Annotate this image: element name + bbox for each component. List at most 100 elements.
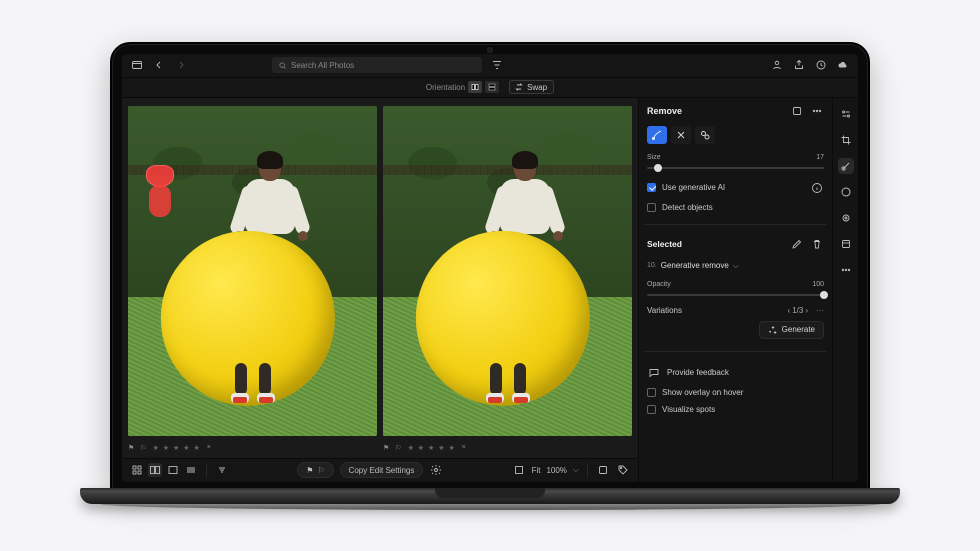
clock-icon[interactable] bbox=[814, 58, 828, 72]
panel-menu-icon[interactable] bbox=[810, 104, 824, 118]
show-overlay-checkbox[interactable]: Show overlay on hover bbox=[647, 388, 824, 397]
screen-bezel: Search All Photos Orientation bbox=[110, 42, 870, 492]
orientation-control: Orientation bbox=[426, 81, 499, 93]
rail-redeye-icon[interactable] bbox=[838, 210, 854, 226]
flag-pill[interactable]: ⚑⚐ bbox=[297, 462, 333, 478]
show-overlay-label: Show overlay on hover bbox=[662, 388, 743, 397]
info-tag-icon[interactable] bbox=[596, 463, 610, 477]
panel-reset-icon[interactable] bbox=[790, 104, 804, 118]
visualize-spots-checkbox[interactable]: Visualize spots bbox=[647, 405, 824, 414]
rating-stars[interactable]: ★ ★ ★ ★ ★ bbox=[153, 444, 201, 452]
top-bar: Search All Photos bbox=[122, 54, 858, 78]
swap-icon bbox=[514, 82, 524, 92]
visualize-spots-label: Visualize spots bbox=[662, 405, 715, 414]
search-field[interactable]: Search All Photos bbox=[272, 57, 482, 73]
zoom-value[interactable]: 100% bbox=[546, 466, 566, 475]
provide-feedback-label: Provide feedback bbox=[667, 368, 729, 377]
opacity-label: Opacity bbox=[647, 281, 671, 288]
back-button[interactable] bbox=[152, 58, 166, 72]
clear-rating-2[interactable]: × bbox=[462, 444, 466, 451]
size-label: Size bbox=[647, 154, 661, 161]
rail-crop-icon[interactable] bbox=[838, 132, 854, 148]
swap-button[interactable]: Swap bbox=[509, 80, 554, 94]
variations-next-icon[interactable]: › bbox=[805, 306, 808, 315]
use-gen-ai-checkbox[interactable]: Use generative AI bbox=[647, 181, 824, 195]
reject-icon[interactable]: ⚐ bbox=[140, 444, 146, 452]
grid-view-icon[interactable] bbox=[130, 463, 144, 477]
under-photo-strips: ⚑ ⚐ ★ ★ ★ ★ ★ × ⚑ ⚐ ★ ★ ★ ★ ★ × bbox=[122, 442, 638, 458]
variations-stepper[interactable]: ‹ 1/3 › ⋯ bbox=[788, 306, 824, 315]
bottom-toolbar: ⚑⚐ Copy Edit Settings Fit 100% ⌵ bbox=[122, 458, 638, 482]
laptop-frame: Search All Photos Orientation bbox=[110, 42, 870, 510]
gen-remove-index: 10. bbox=[647, 262, 657, 269]
opacity-field: Opacity 100 bbox=[647, 281, 824, 300]
swap-label: Swap bbox=[527, 83, 547, 92]
search-icon bbox=[278, 61, 287, 70]
before-meta: ⚑ ⚐ ★ ★ ★ ★ ★ × bbox=[128, 442, 377, 454]
right-panel: Remove bbox=[638, 98, 858, 482]
feedback-icon bbox=[647, 366, 661, 380]
edit-selection-icon[interactable] bbox=[790, 237, 804, 251]
clone-tool[interactable] bbox=[695, 126, 715, 144]
opacity-slider[interactable] bbox=[647, 290, 824, 300]
filter-icon[interactable] bbox=[490, 58, 504, 72]
cloud-icon[interactable] bbox=[836, 58, 850, 72]
zoom-chevron-icon[interactable]: ⌵ bbox=[573, 465, 579, 475]
generate-button[interactable]: Generate bbox=[759, 321, 824, 339]
flag-icon[interactable]: ⚑ bbox=[128, 444, 134, 452]
sort-icon[interactable] bbox=[215, 463, 229, 477]
use-gen-ai-label: Use generative AI bbox=[662, 183, 725, 192]
removal-mask-overlay bbox=[143, 165, 177, 219]
fit-square-icon[interactable] bbox=[512, 463, 526, 477]
orientation-side-by-side[interactable] bbox=[468, 81, 482, 93]
remove-panel: Remove bbox=[639, 98, 832, 482]
fit-label[interactable]: Fit bbox=[532, 466, 541, 475]
tool-rail bbox=[832, 98, 858, 482]
selected-heading: Selected bbox=[647, 239, 682, 249]
variations-more-icon[interactable]: ⋯ bbox=[816, 306, 824, 315]
delete-selection-icon[interactable] bbox=[810, 237, 824, 251]
generative-remove-item[interactable]: 10. Generative remove ⌵ bbox=[647, 261, 824, 271]
filmstrip-icon[interactable] bbox=[184, 463, 198, 477]
flag-icon-2[interactable]: ⚑ bbox=[383, 444, 389, 452]
remove-tool-brush[interactable] bbox=[647, 126, 667, 144]
copy-edit-settings-button[interactable]: Copy Edit Settings bbox=[340, 462, 424, 478]
person-icon[interactable] bbox=[770, 58, 784, 72]
settings-gear-icon[interactable] bbox=[429, 463, 443, 477]
gen-ai-info-icon[interactable] bbox=[810, 181, 824, 195]
photo-after[interactable] bbox=[383, 106, 632, 436]
orientation-top-bottom[interactable] bbox=[485, 81, 499, 93]
opacity-value: 100 bbox=[812, 281, 824, 288]
compare-bar: Orientation Swap bbox=[122, 78, 858, 98]
lightroom-app: Search All Photos Orientation bbox=[122, 54, 858, 482]
variations-value: 1/3 bbox=[792, 306, 803, 315]
heal-tool[interactable] bbox=[671, 126, 691, 144]
my-photos-icon[interactable] bbox=[130, 58, 144, 72]
gen-remove-chevron-icon: ⌵ bbox=[733, 261, 739, 271]
keywords-icon[interactable] bbox=[616, 463, 630, 477]
size-field: Size 17 bbox=[647, 154, 824, 173]
detect-objects-checkbox[interactable]: Detect objects bbox=[647, 203, 824, 212]
provide-feedback-link[interactable]: Provide feedback bbox=[647, 366, 824, 380]
share-icon[interactable] bbox=[792, 58, 806, 72]
variations-prev-icon[interactable]: ‹ bbox=[788, 306, 791, 315]
size-value: 17 bbox=[816, 154, 824, 161]
photo-before[interactable] bbox=[128, 106, 377, 436]
remove-tool-row bbox=[647, 126, 824, 144]
rail-more-icon[interactable] bbox=[838, 262, 854, 278]
detect-objects-label: Detect objects bbox=[662, 203, 713, 212]
rail-edit-icon[interactable] bbox=[838, 106, 854, 122]
forward-button[interactable] bbox=[174, 58, 188, 72]
rail-mask-icon[interactable] bbox=[838, 184, 854, 200]
detail-view-icon[interactable] bbox=[166, 463, 180, 477]
rail-heal-icon[interactable] bbox=[838, 158, 854, 174]
compare-view-icon[interactable] bbox=[148, 463, 162, 477]
reject-icon-2[interactable]: ⚐ bbox=[395, 444, 401, 452]
compare-viewer bbox=[122, 98, 638, 442]
topbar-right-icons bbox=[770, 58, 850, 72]
rail-presets-icon[interactable] bbox=[838, 236, 854, 252]
size-slider[interactable] bbox=[647, 163, 824, 173]
rating-stars-2[interactable]: ★ ★ ★ ★ ★ bbox=[408, 444, 456, 452]
copy-edit-settings-label: Copy Edit Settings bbox=[349, 466, 415, 475]
clear-rating[interactable]: × bbox=[207, 444, 211, 451]
